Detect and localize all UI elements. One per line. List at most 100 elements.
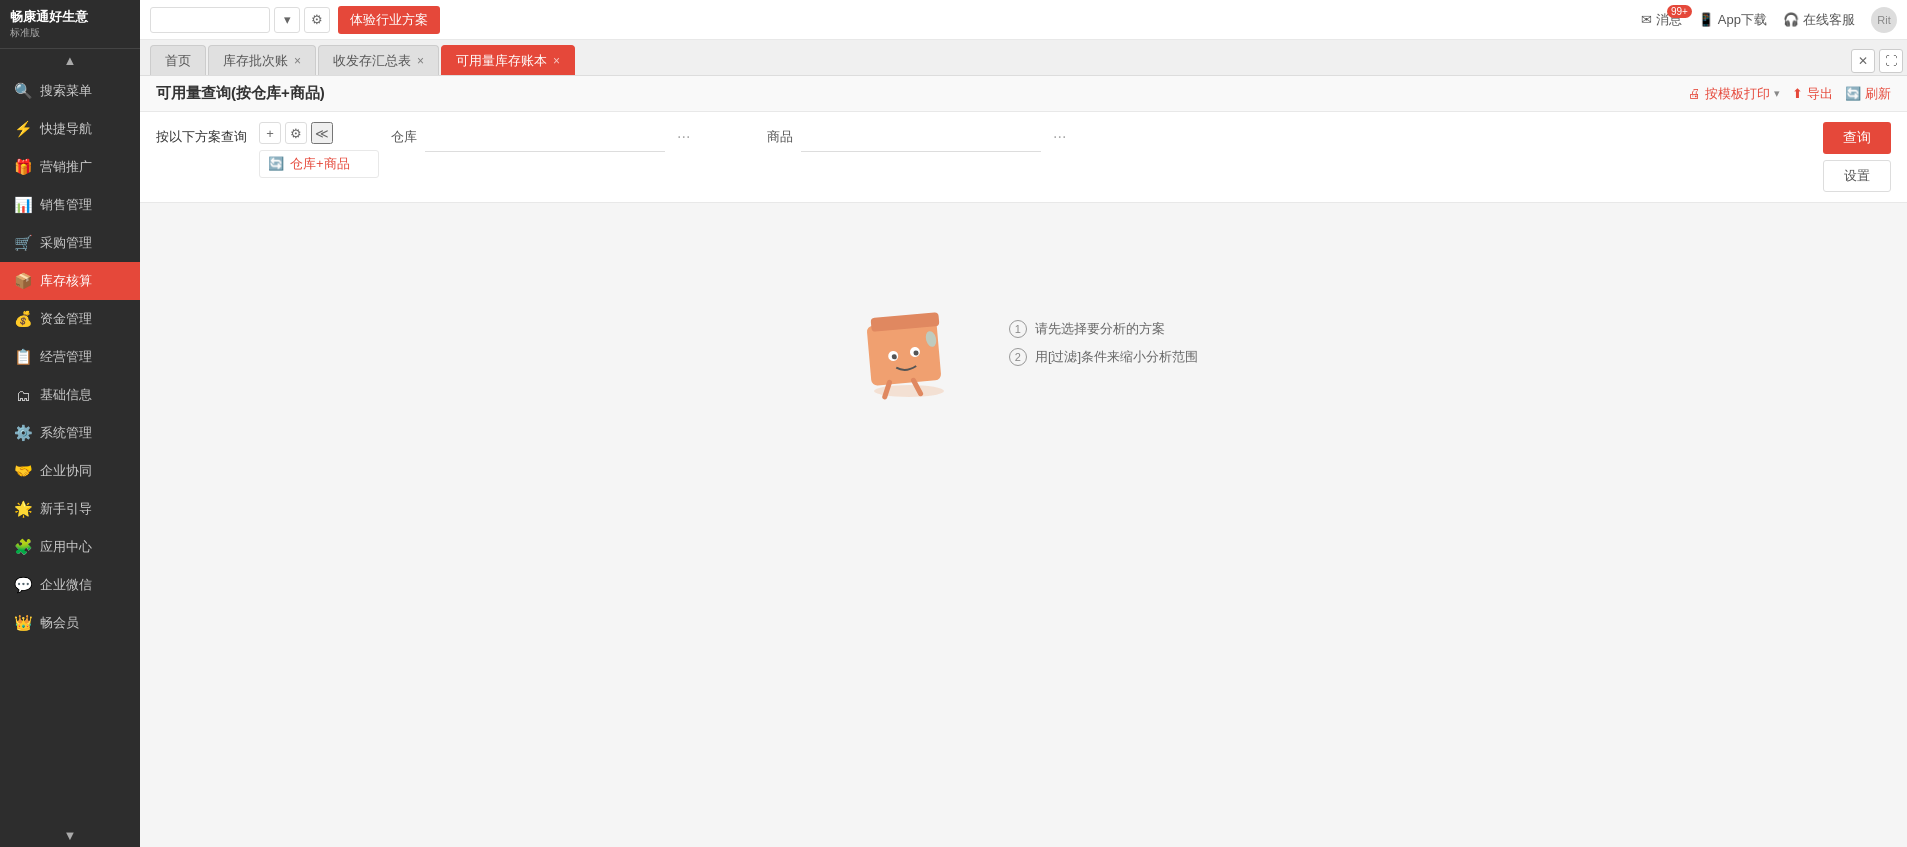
sidebar-item-biz[interactable]: 📋 经营管理 [0, 338, 140, 376]
tab-restore-button[interactable]: ⛶ [1879, 49, 1903, 73]
settings-scheme-button[interactable]: ⚙ [285, 122, 307, 144]
empty-svg [849, 283, 969, 403]
collapse-scheme-button[interactable]: ≪ [311, 122, 333, 144]
filter-section-label: 按以下方案查询 [156, 128, 247, 146]
product-field-label: 商品 [767, 128, 793, 146]
refresh-icon: 🔄 [1845, 86, 1861, 101]
crown-icon: 👑 [14, 614, 32, 632]
gift-icon: 🎁 [14, 158, 32, 176]
tabbar: 首页 库存批次账 × 收发存汇总表 × 可用量库存账本 × ✕ ⛶ [140, 40, 1907, 76]
app-download-button[interactable]: 📱 App下载 [1698, 11, 1767, 29]
sidebar-label-collab: 企业协同 [40, 462, 92, 480]
tab-home-label: 首页 [165, 52, 191, 70]
empty-illustration [849, 283, 969, 403]
tab-batch-label: 库存批次账 [223, 52, 288, 70]
scheme-item-label: 仓库+商品 [290, 155, 350, 173]
chart-icon: 📊 [14, 196, 32, 214]
tab-actions: ✕ ⛶ [1851, 49, 1907, 75]
tab-close-window-button[interactable]: ✕ [1851, 49, 1875, 73]
sidebar-item-corpwechat[interactable]: 💬 企业微信 [0, 566, 140, 604]
customer-service-button[interactable]: 🎧 在线客服 [1783, 11, 1855, 29]
tab-batch-ledger[interactable]: 库存批次账 × [208, 45, 316, 75]
sidebar-label-marketing: 营销推广 [40, 158, 92, 176]
scheme-actions: + ⚙ ≪ [259, 122, 379, 144]
gear-icon: ⚙️ [14, 424, 32, 442]
tip-num-2: 2 [1009, 348, 1027, 366]
messages-badge: 99+ [1667, 5, 1692, 18]
tab-available-close[interactable]: × [553, 54, 560, 68]
tab-available-label: 可用量库存账本 [456, 52, 547, 70]
tab-batch-close[interactable]: × [294, 54, 301, 68]
sidebar-label-inventory: 库存核算 [40, 272, 92, 290]
empty-state: 1 请先选择要分析的方案 2 用[过滤]条件来缩小分析范围 [140, 203, 1907, 483]
trial-button[interactable]: 体验行业方案 [338, 6, 440, 34]
headset-icon: 🎧 [1783, 12, 1799, 27]
user-avatar[interactable]: Rit [1871, 7, 1897, 33]
tab-recv-ledger[interactable]: 收发存汇总表 × [318, 45, 439, 75]
sidebar-header: 畅康通好生意 标准版 [0, 0, 140, 49]
warehouse-field-label: 仓库 [391, 128, 417, 146]
tab-home[interactable]: 首页 [150, 45, 206, 75]
sidebar-item-appcenter[interactable]: 🧩 应用中心 [0, 528, 140, 566]
tab-recv-label: 收发存汇总表 [333, 52, 411, 70]
sidebar-label-sales: 销售管理 [40, 196, 92, 214]
sidebar-item-purchase[interactable]: 🛒 采购管理 [0, 224, 140, 262]
warehouse-dots-button[interactable]: ··· [673, 128, 694, 146]
sidebar-item-search[interactable]: 🔍 搜索菜单 [0, 72, 140, 110]
sidebar-scroll-down[interactable]: ▼ [0, 824, 140, 847]
messages-button[interactable]: ✉ 消息 99+ [1641, 11, 1682, 29]
topbar-search-input[interactable] [150, 7, 270, 33]
main-area: ▾ ⚙ 体验行业方案 ✉ 消息 99+ 📱 App下载 🎧 在线客服 Rit [140, 0, 1907, 847]
product-filter-field: 商品 ··· [767, 122, 1127, 152]
warehouse-field-input[interactable] [425, 122, 665, 152]
tip-text-1: 请先选择要分析的方案 [1035, 320, 1165, 338]
scheme-warehouse-product[interactable]: 🔄 仓库+商品 [259, 150, 379, 178]
scheme-item-icon: 🔄 [268, 156, 284, 172]
tab-recv-close[interactable]: × [417, 54, 424, 68]
product-dots-button[interactable]: ··· [1049, 128, 1070, 146]
topbar-right: ✉ 消息 99+ 📱 App下载 🎧 在线客服 Rit [1641, 7, 1897, 33]
cart-icon: 🛒 [14, 234, 32, 252]
sidebar-item-collab[interactable]: 🤝 企业协同 [0, 452, 140, 490]
sidebar-scroll-up[interactable]: ▲ [0, 49, 140, 72]
topbar-dropdown-button[interactable]: ▾ [274, 7, 300, 33]
folder-icon: 🗂 [14, 386, 32, 404]
sidebar-item-finance[interactable]: 💰 资金管理 [0, 300, 140, 338]
sidebar-item-system[interactable]: ⚙️ 系统管理 [0, 414, 140, 452]
sidebar-item-member[interactable]: 👑 畅会员 [0, 604, 140, 642]
clipboard-icon: 📋 [14, 348, 32, 366]
chat-icon: 💬 [14, 576, 32, 594]
app-logo: 畅康通好生意 [10, 8, 130, 26]
column-settings-button[interactable]: 设置 [1823, 160, 1891, 192]
print-template-button[interactable]: 🖨 按模板打印 ▾ [1688, 85, 1780, 103]
tip-text-2: 用[过滤]条件来缩小分析范围 [1035, 348, 1198, 366]
query-button[interactable]: 查询 [1823, 122, 1891, 154]
tab-available-ledger[interactable]: 可用量库存账本 × [441, 45, 575, 75]
money-icon: 💰 [14, 310, 32, 328]
topbar-search-area: ▾ ⚙ [150, 7, 330, 33]
sidebar-item-marketing[interactable]: 🎁 营销推广 [0, 148, 140, 186]
sidebar-label-finance: 资金管理 [40, 310, 92, 328]
print-template-label: 按模板打印 [1705, 85, 1770, 103]
sidebar-item-shortcut[interactable]: ⚡ 快捷导航 [0, 110, 140, 148]
sidebar-label-shortcut: 快捷导航 [40, 120, 92, 138]
sidebar-label-system: 系统管理 [40, 424, 92, 442]
search-icon: 🔍 [14, 82, 32, 100]
printer-icon: 🖨 [1688, 86, 1701, 101]
sidebar-item-newbie[interactable]: 🌟 新手引导 [0, 490, 140, 528]
add-scheme-button[interactable]: + [259, 122, 281, 144]
filter-row: 仓库 ··· 商品 ··· [391, 122, 1795, 152]
product-field-input[interactable] [801, 122, 1041, 152]
query-action-area: 查询 设置 [1807, 122, 1891, 192]
sidebar-item-inventory[interactable]: 📦 库存核算 [0, 262, 140, 300]
sidebar-item-sales[interactable]: 📊 销售管理 [0, 186, 140, 224]
tip-item-1: 1 请先选择要分析的方案 [1009, 320, 1198, 338]
empty-state-content: 1 请先选择要分析的方案 2 用[过滤]条件来缩小分析范围 [849, 283, 1198, 403]
export-button[interactable]: ⬆ 导出 [1792, 85, 1833, 103]
topbar-gear-button[interactable]: ⚙ [304, 7, 330, 33]
refresh-button[interactable]: 🔄 刷新 [1845, 85, 1891, 103]
avatar-text: Rit [1877, 14, 1890, 26]
sidebar-item-basic[interactable]: 🗂 基础信息 [0, 376, 140, 414]
sidebar-label-newbie: 新手引导 [40, 500, 92, 518]
empty-tips: 1 请先选择要分析的方案 2 用[过滤]条件来缩小分析范围 [1009, 320, 1198, 366]
